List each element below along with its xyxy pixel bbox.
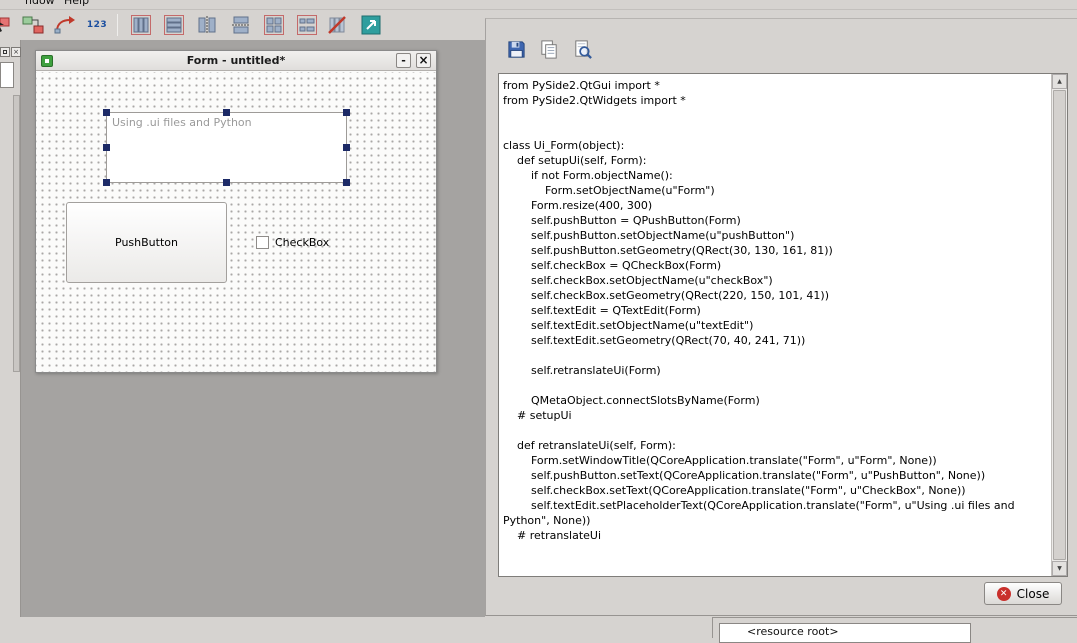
close-button-label: Close xyxy=(1017,587,1050,601)
selection-handle[interactable] xyxy=(103,144,110,151)
mdi-workspace: Form - untitled* - × Using .ui files and… xyxy=(21,40,485,617)
edit-tab-order-button[interactable]: 123 xyxy=(84,12,110,38)
checkbox-indicator[interactable] xyxy=(256,236,269,249)
layout-vertical-icon xyxy=(163,14,185,36)
adjust-size-button[interactable] xyxy=(358,12,384,38)
dock-close-button[interactable]: × xyxy=(11,47,21,57)
scrollbar-thumb[interactable] xyxy=(1053,90,1066,560)
menu-bar: ndow Help xyxy=(0,0,485,9)
layout-horizontal-splitter-button[interactable] xyxy=(194,12,220,38)
adjust-size-icon xyxy=(360,14,382,36)
scroll-down-button[interactable]: ▼ xyxy=(1052,561,1067,576)
dock-float-button[interactable] xyxy=(0,47,10,57)
selection-handle[interactable] xyxy=(343,144,350,151)
layout-grid-icon xyxy=(263,14,285,36)
textedit-widget[interactable]: Using .ui files and Python xyxy=(106,112,347,183)
layout-horizontal-button[interactable] xyxy=(128,12,154,38)
selection-handle[interactable] xyxy=(343,179,350,186)
checkbox-label: CheckBox xyxy=(275,236,329,249)
edit-tab-order-icon: 123 xyxy=(86,15,108,35)
layout-grid-button[interactable] xyxy=(261,12,287,38)
pushbutton-widget[interactable]: PushButton xyxy=(66,202,227,283)
pushbutton-label: PushButton xyxy=(115,236,178,249)
edit-signals-slots-icon xyxy=(22,14,44,36)
code-view[interactable]: from PySide2.QtGui import * from PySide2… xyxy=(499,74,1051,576)
layout-horizontal-splitter-icon xyxy=(196,14,218,36)
edit-buddies-icon xyxy=(54,14,76,36)
code-box: from PySide2.QtGui import * from PySide2… xyxy=(498,73,1068,577)
resource-root-item[interactable]: <resource root> xyxy=(720,624,970,639)
find-button[interactable] xyxy=(570,37,594,61)
layout-vertical-splitter-icon xyxy=(230,14,252,36)
layout-horizontal-icon xyxy=(130,14,152,36)
find-icon xyxy=(572,39,593,60)
left-dock-panel: × xyxy=(0,40,21,617)
edit-widgets-button[interactable] xyxy=(0,12,13,38)
code-vertical-scrollbar[interactable]: ▲ ▼ xyxy=(1051,74,1067,576)
edit-signals-slots-button[interactable] xyxy=(20,12,46,38)
dock-filter-field[interactable] xyxy=(0,62,14,88)
selection-handle[interactable] xyxy=(223,109,230,116)
resource-browser-panel: <resource root> xyxy=(712,617,1077,638)
toolbar-separator xyxy=(117,14,118,36)
copy-button[interactable] xyxy=(537,37,561,61)
close-button[interactable]: ✕ Close xyxy=(984,582,1062,605)
selection-handle[interactable] xyxy=(343,109,350,116)
layout-form-icon xyxy=(296,14,318,36)
selection-handle[interactable] xyxy=(223,179,230,186)
dock-scrollbar[interactable] xyxy=(13,95,20,372)
code-preview-dialog: from PySide2.QtGui import * from PySide2… xyxy=(485,18,1077,616)
edit-buddies-button[interactable] xyxy=(52,12,78,38)
form-minimize-button[interactable]: - xyxy=(396,53,411,68)
form-close-button[interactable]: × xyxy=(416,53,431,68)
resource-tree: <resource root> xyxy=(719,623,971,643)
form-window-title: Form - untitled* xyxy=(36,51,436,71)
form-canvas[interactable]: Using .ui files and Python PushButton Ch… xyxy=(36,72,436,372)
close-circle-icon: ✕ xyxy=(997,587,1011,601)
menu-window[interactable]: ndow xyxy=(25,0,55,8)
selection-handle[interactable] xyxy=(103,109,110,116)
copy-icon xyxy=(539,39,560,60)
save-icon xyxy=(506,39,527,60)
form-window-titlebar[interactable]: Form - untitled* - × xyxy=(36,51,436,71)
selection-handle[interactable] xyxy=(103,179,110,186)
layout-vertical-splitter-button[interactable] xyxy=(228,12,254,38)
checkbox-widget[interactable]: CheckBox xyxy=(256,222,357,263)
break-layout-button[interactable] xyxy=(324,12,350,38)
float-icon xyxy=(3,50,7,54)
scroll-up-button[interactable]: ▲ xyxy=(1052,74,1067,89)
edit-widgets-icon xyxy=(0,14,11,36)
break-layout-icon xyxy=(326,14,348,36)
menu-help[interactable]: Help xyxy=(64,0,89,8)
layout-form-button[interactable] xyxy=(294,12,320,38)
save-button[interactable] xyxy=(504,37,528,61)
form-designer-window: Form - untitled* - × Using .ui files and… xyxy=(35,50,437,373)
layout-vertical-button[interactable] xyxy=(161,12,187,38)
